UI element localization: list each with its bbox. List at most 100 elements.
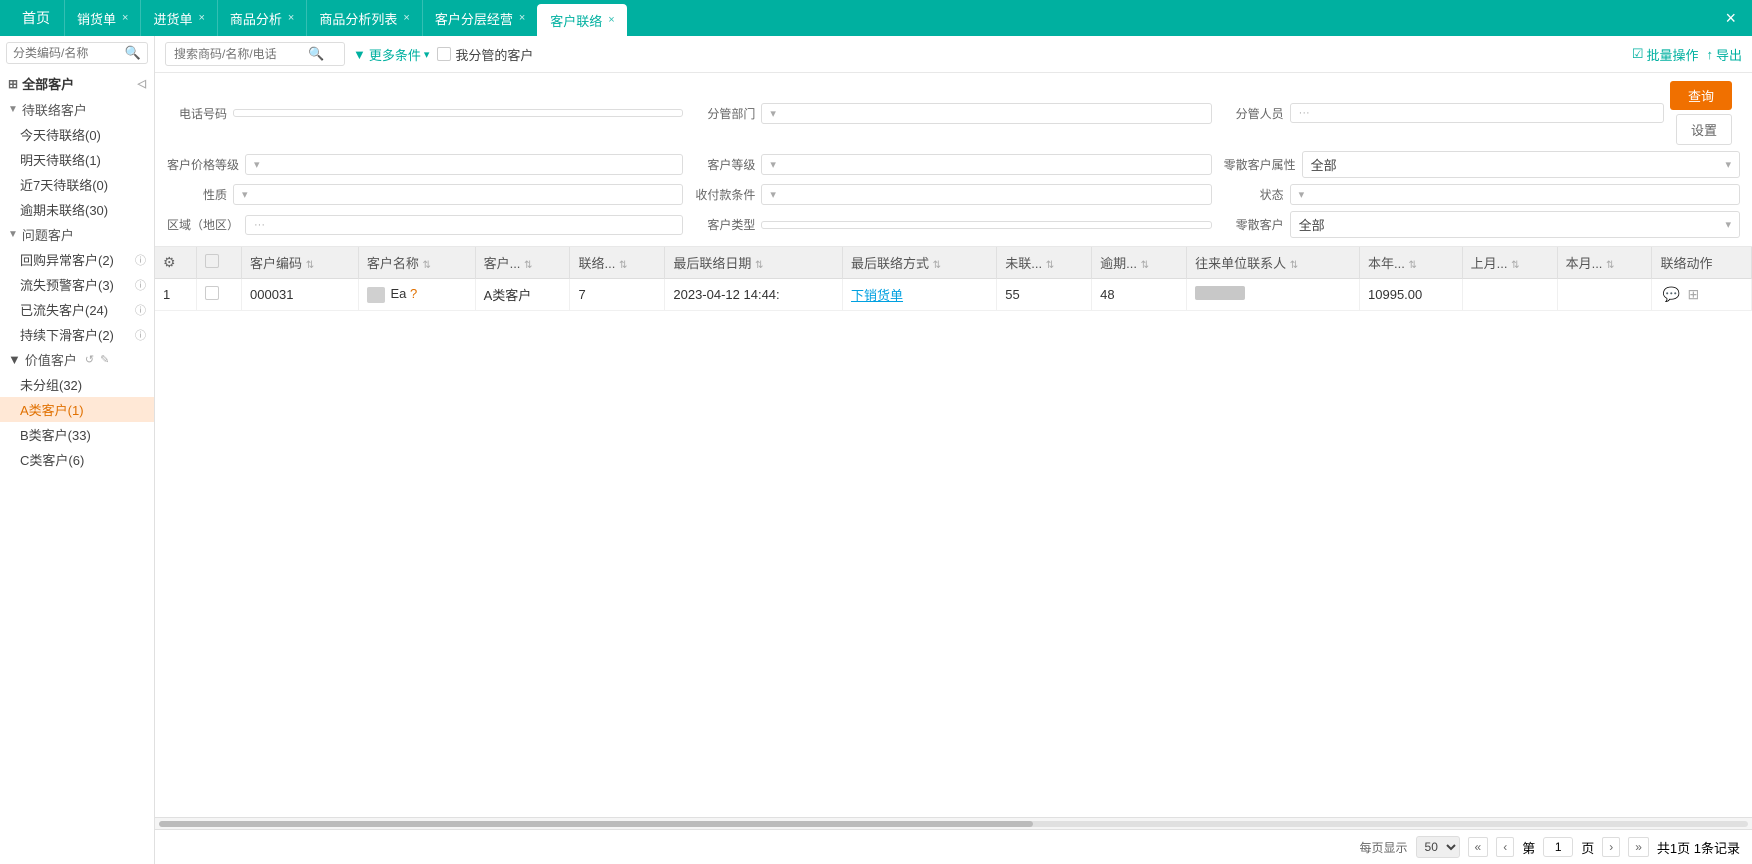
sidebar-all-customers[interactable]: ⊞ 全部客户 ◁ — [0, 70, 154, 97]
col-overdue[interactable]: 逾期... ⇅ — [1092, 247, 1187, 279]
sort-icon[interactable]: ⇅ — [422, 260, 430, 271]
sidebar-item-today[interactable]: 今天待联络(0) — [0, 122, 154, 147]
col-this-month[interactable]: 本月... ⇅ — [1557, 247, 1652, 279]
query-button[interactable]: 查询 — [1670, 81, 1732, 110]
refresh-icon[interactable]: ↺ — [85, 353, 94, 366]
nav-tab-purchase[interactable]: 进货单 × — [140, 0, 216, 36]
page-size-select[interactable]: 50 — [1416, 836, 1460, 858]
last-page-button[interactable]: » — [1628, 837, 1649, 857]
collapse-icon[interactable]: ◁ — [138, 77, 146, 90]
sidebar-item-unclassified[interactable]: 未分组(32) — [0, 372, 154, 397]
col-contact-count[interactable]: 联络... ⇅ — [570, 247, 665, 279]
col-contact-person[interactable]: 往来单位联系人 ⇅ — [1187, 247, 1360, 279]
sidebar-item-churned[interactable]: 已流失客户(24) ⓘ — [0, 297, 154, 322]
nav-tab-product-list[interactable]: 商品分析列表 × — [306, 0, 421, 36]
retail-customer-select[interactable]: 全部 ▾ — [1290, 211, 1740, 238]
col-code[interactable]: 客户编码 ⇅ — [242, 247, 359, 279]
row-checkbox[interactable] — [197, 279, 242, 311]
page-number-input[interactable] — [1543, 837, 1573, 857]
nav-tab-customer-contact[interactable]: 客户联络 × — [537, 4, 626, 36]
sidebar-item-a-class[interactable]: A类客户(1) — [0, 397, 154, 422]
nature-select[interactable]: ▾ — [233, 184, 683, 205]
comment-icon[interactable]: 💬 — [1662, 286, 1679, 302]
sidebar-search-input[interactable] — [13, 46, 125, 60]
close-icon[interactable]: × — [288, 12, 294, 24]
col-checkbox[interactable] — [197, 247, 242, 279]
col-name[interactable]: 客户名称 ⇅ — [358, 247, 475, 279]
select-all-checkbox[interactable] — [205, 254, 219, 268]
my-customers-checkbox[interactable]: 我分管的客户 — [437, 45, 533, 64]
horizontal-scrollbar[interactable] — [155, 817, 1752, 829]
sort-icon[interactable]: ⇅ — [1511, 260, 1519, 271]
retail-attr-select[interactable]: 全部 ▾ — [1302, 151, 1740, 178]
col-uncontacted[interactable]: 未联... ⇅ — [997, 247, 1092, 279]
dept-select[interactable]: ▾ — [761, 103, 1211, 124]
sort-icon[interactable]: ⇅ — [1141, 260, 1149, 271]
payment-select[interactable]: ▾ — [761, 184, 1211, 205]
row-code[interactable]: 000031 — [242, 279, 359, 311]
edit-icon[interactable]: ✎ — [100, 353, 109, 366]
first-page-button[interactable]: « — [1468, 837, 1489, 857]
row-select-checkbox[interactable] — [205, 286, 219, 300]
sort-icon[interactable]: ⇅ — [1606, 260, 1614, 271]
price-level-select[interactable]: ▾ — [245, 154, 683, 175]
manager-input[interactable]: ··· — [1290, 103, 1664, 123]
export-button[interactable]: ↑ 导出 — [1706, 45, 1742, 64]
customer-type-input[interactable] — [761, 221, 1211, 229]
col-last-method[interactable]: 最后联络方式 ⇅ — [843, 247, 997, 279]
filter-search-input[interactable] — [174, 47, 304, 61]
checkbox-icon[interactable] — [437, 47, 451, 61]
col-last-date[interactable]: 最后联络日期 ⇅ — [665, 247, 843, 279]
close-icon[interactable]: × — [122, 12, 128, 24]
sidebar-item-churn-warning[interactable]: 流失预警客户(3) ⓘ — [0, 272, 154, 297]
sort-icon[interactable]: ⇅ — [1409, 260, 1417, 271]
nav-tab-sales[interactable]: 销货单 × — [64, 0, 140, 36]
sidebar-pending-group[interactable]: ▼ 待联络客户 — [0, 97, 154, 122]
region-input[interactable]: ··· — [245, 215, 683, 235]
sidebar-search-icon[interactable]: 🔍 — [125, 45, 141, 61]
col-settings[interactable]: ⚙ — [155, 247, 197, 279]
sort-icon[interactable]: ⇅ — [755, 260, 763, 271]
nav-tab-customer-tier[interactable]: 客户分层经营 × — [422, 0, 537, 36]
qrcode-icon[interactable]: ⊞ — [1688, 286, 1700, 302]
phone-input[interactable] — [233, 109, 683, 117]
scrollbar-thumb[interactable] — [159, 821, 1033, 827]
close-icon[interactable]: × — [403, 12, 409, 24]
sort-icon[interactable]: ⇅ — [306, 260, 314, 271]
sidebar-item-c-class[interactable]: C类客户(6) — [0, 447, 154, 472]
sort-icon[interactable]: ⇅ — [1290, 260, 1298, 271]
status-select[interactable]: ▾ — [1290, 184, 1740, 205]
sidebar-search[interactable]: 🔍 — [6, 42, 148, 64]
col-last-month[interactable]: 上月... ⇅ — [1462, 247, 1557, 279]
col-customer-type[interactable]: 客户... ⇅ — [475, 247, 570, 279]
customer-level-select[interactable]: ▾ — [761, 154, 1211, 175]
sidebar-item-7days[interactable]: 近7天待联络(0) — [0, 172, 154, 197]
col-this-year[interactable]: 本年... ⇅ — [1360, 247, 1463, 279]
sidebar-item-tomorrow[interactable]: 明天待联络(1) — [0, 147, 154, 172]
settings-button[interactable]: 设置 — [1676, 114, 1732, 145]
nav-tab-product-analysis[interactable]: 商品分析 × — [217, 0, 306, 36]
close-icon[interactable]: × — [198, 12, 204, 24]
gear-icon[interactable]: ⚙ — [163, 254, 176, 270]
sort-icon[interactable]: ⇅ — [1046, 260, 1054, 271]
sidebar-item-b-class[interactable]: B类客户(33) — [0, 422, 154, 447]
filter-search-box[interactable]: 🔍 — [165, 42, 345, 66]
prev-page-button[interactable]: ‹ — [1496, 837, 1514, 857]
close-icon[interactable]: × — [519, 12, 525, 24]
next-page-button[interactable]: › — [1602, 837, 1620, 857]
window-close-button[interactable]: × — [1717, 8, 1744, 29]
sort-icon[interactable]: ⇅ — [933, 260, 941, 271]
sidebar-value-group[interactable]: ▼ 价值客户 ↺ ✎ — [0, 347, 154, 372]
sort-icon[interactable]: ⇅ — [524, 260, 532, 271]
sidebar-item-repurchase-abnormal[interactable]: 回购异常客户(2) ⓘ — [0, 247, 154, 272]
search-icon[interactable]: 🔍 — [308, 46, 324, 62]
row-last-method[interactable]: 下销货单 — [843, 279, 997, 311]
sidebar-item-declining[interactable]: 持续下滑客户(2) ⓘ — [0, 322, 154, 347]
sidebar-problem-group[interactable]: ▼ 问题客户 — [0, 222, 154, 247]
sort-icon[interactable]: ⇅ — [619, 260, 627, 271]
filter-more-button[interactable]: ▼ 更多条件 ▾ — [353, 45, 429, 64]
close-icon[interactable]: × — [608, 14, 614, 26]
batch-ops-button[interactable]: ☑ 批量操作 — [1632, 45, 1699, 64]
nav-home[interactable]: 首页 — [8, 0, 64, 36]
sidebar-item-overdue[interactable]: 逾期未联络(30) — [0, 197, 154, 222]
